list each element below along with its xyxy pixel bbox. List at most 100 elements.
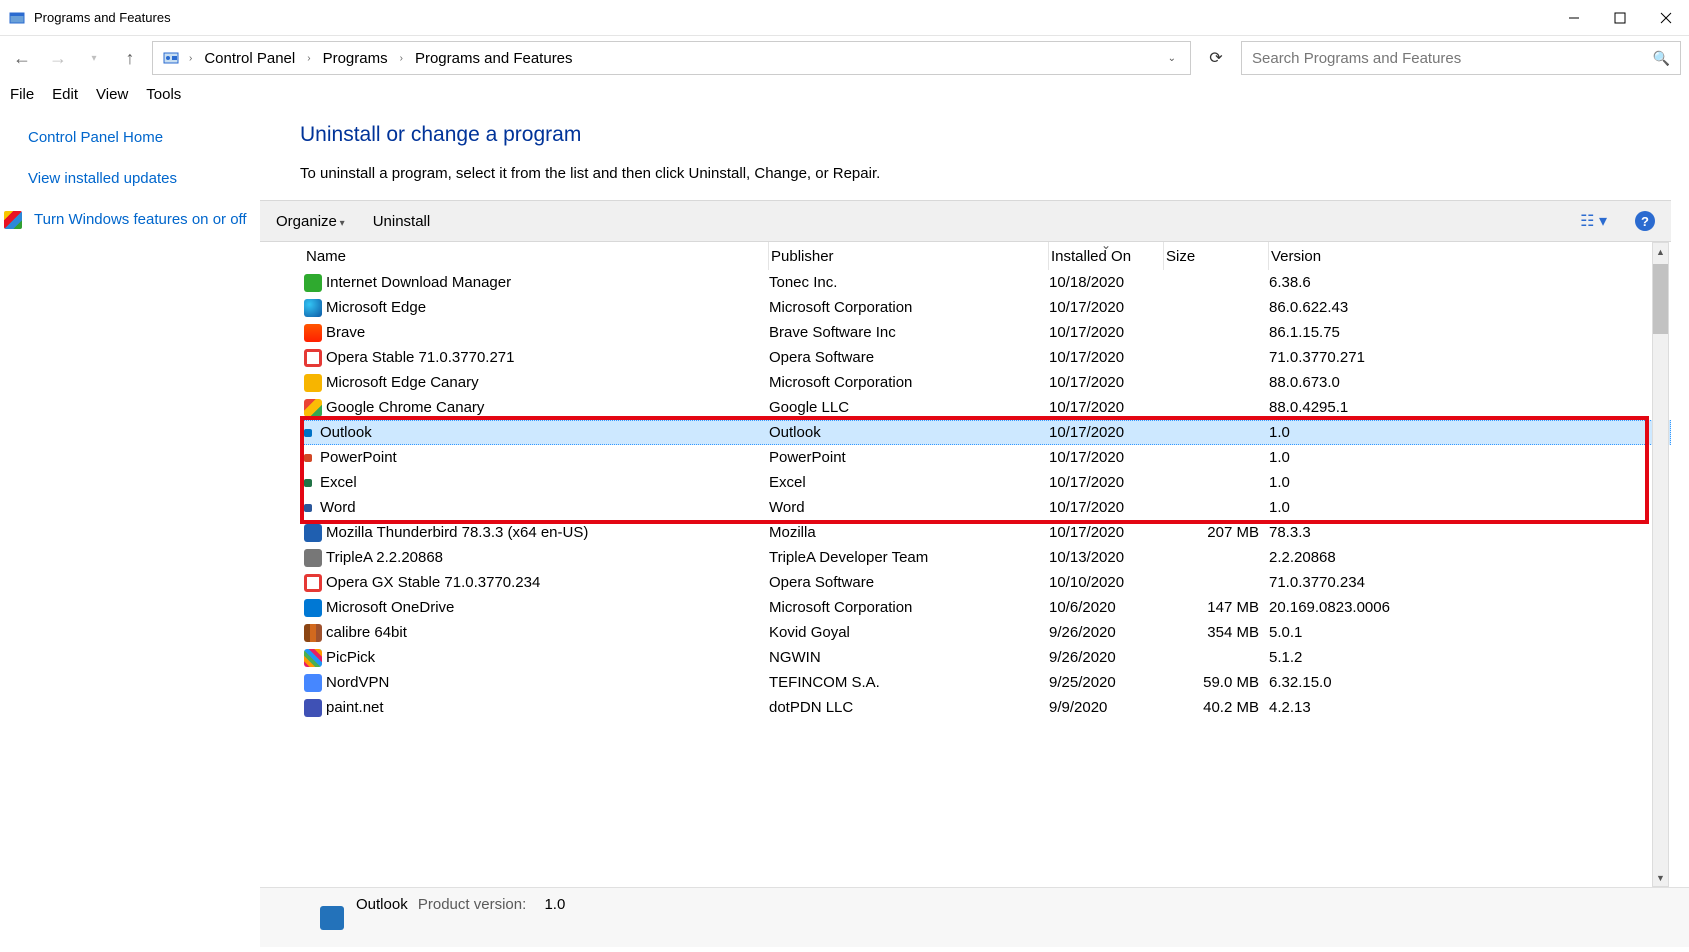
breadcrumb-seg-1[interactable]: Control Panel [200,48,299,69]
program-installed: 10/17/2020 [1049,474,1164,491]
program-publisher: Brave Software Inc [769,324,1049,341]
program-version: 1.0 [1269,424,1459,441]
table-row[interactable]: NordVPNTEFINCOM S.A.9/25/202059.0 MB6.32… [300,670,1671,695]
program-installed: 9/25/2020 [1049,674,1164,691]
program-publisher: Microsoft Corporation [769,299,1049,316]
table-row[interactable]: Internet Download ManagerTonec Inc.10/18… [300,270,1671,295]
table-row[interactable]: Microsoft EdgeMicrosoft Corporation10/17… [300,295,1671,320]
search-placeholder: Search Programs and Features [1252,50,1461,67]
program-publisher: Google LLC [769,399,1049,416]
program-icon [304,479,312,487]
table-row[interactable]: Opera Stable 71.0.3770.271Opera Software… [300,345,1671,370]
program-icon [304,674,322,692]
table-row[interactable]: Microsoft OneDriveMicrosoft Corporation1… [300,595,1671,620]
forward-button[interactable]: → [44,44,72,72]
table-row[interactable]: Microsoft Edge CanaryMicrosoft Corporati… [300,370,1671,395]
program-name: Mozilla Thunderbird 78.3.3 (x64 en-US) [326,524,588,541]
menu-file[interactable]: File [10,86,34,103]
program-publisher: Microsoft Corporation [769,374,1049,391]
organize-button[interactable]: Organize [276,213,345,230]
program-installed: 10/17/2020 [1049,399,1164,416]
program-icon [304,349,322,367]
breadcrumb-seg-2[interactable]: Programs [319,48,392,69]
program-publisher: Opera Software [769,574,1049,591]
col-name[interactable]: Name [304,242,769,270]
page-instruction: To uninstall a program, select it from t… [300,165,1689,182]
program-name: Google Chrome Canary [326,399,484,416]
program-installed: 10/10/2020 [1049,574,1164,591]
table-row[interactable]: ExcelExcel10/17/20201.0 [300,470,1671,495]
program-icon [304,624,322,642]
table-row[interactable]: WordWord10/17/20201.0 [300,495,1671,520]
table-row[interactable]: calibre 64bitKovid Goyal9/26/2020354 MB5… [300,620,1671,645]
col-version[interactable]: Version [1269,242,1459,270]
program-icon [304,599,322,617]
scroll-down-icon[interactable]: ▼ [1653,869,1668,886]
program-name: NordVPN [326,674,389,691]
search-input[interactable]: Search Programs and Features 🔍 [1241,41,1681,75]
program-name: paint.net [326,699,384,716]
program-version: 1.0 [1269,499,1459,516]
program-icon [304,429,312,437]
program-icon [304,699,322,717]
program-installed: 10/17/2020 [1049,524,1164,541]
program-installed: 10/6/2020 [1049,599,1164,616]
program-publisher: Mozilla [769,524,1049,541]
maximize-button[interactable] [1597,0,1643,36]
status-app-icon [320,906,344,930]
table-row[interactable]: PowerPointPowerPoint10/17/20201.0 [300,445,1671,470]
col-size[interactable]: Size [1164,242,1269,270]
sidebar-installed-updates[interactable]: View installed updates [28,170,248,187]
program-version: 88.0.4295.1 [1269,399,1459,416]
uninstall-button[interactable]: Uninstall [373,213,431,230]
status-app-name: Outlook [356,896,408,913]
program-size: 147 MB [1164,599,1269,616]
table-row[interactable]: TripleA 2.2.20868TripleA Developer Team1… [300,545,1671,570]
chevron-right-icon: › [185,53,196,64]
status-bar: Outlook Product version: 1.0 [260,887,1689,947]
close-button[interactable] [1643,0,1689,36]
col-publisher[interactable]: Publisher [769,242,1049,270]
program-name: Microsoft OneDrive [326,599,454,616]
table-row[interactable]: PicPickNGWIN9/26/20205.1.2 [300,645,1671,670]
menu-view[interactable]: View [96,86,128,103]
program-installed: 9/26/2020 [1049,624,1164,641]
back-button[interactable]: ← [8,44,36,72]
title-bar: Programs and Features [0,0,1689,36]
col-installed[interactable]: Installed On [1049,242,1164,270]
help-icon[interactable]: ? [1635,211,1655,231]
table-row[interactable]: BraveBrave Software Inc10/17/202086.1.15… [300,320,1671,345]
address-dropdown-icon[interactable]: ⌄ [1162,53,1182,64]
scroll-up-icon[interactable]: ▲ [1653,243,1668,260]
program-publisher: Tonec Inc. [769,274,1049,291]
program-publisher: Kovid Goyal [769,624,1049,641]
scroll-thumb[interactable] [1653,264,1668,334]
program-version: 78.3.3 [1269,524,1459,541]
table-row[interactable]: Mozilla Thunderbird 78.3.3 (x64 en-US) Mo… [300,520,1671,545]
view-options-button[interactable]: ☷ ▾ [1580,211,1607,231]
recent-button[interactable]: ▾ [80,44,108,72]
breadcrumb-seg-3[interactable]: Programs and Features [411,48,577,69]
program-version: 88.0.673.0 [1269,374,1459,391]
program-name: Opera Stable 71.0.3770.271 [326,349,514,366]
program-publisher: TripleA Developer Team [769,549,1049,566]
table-row[interactable]: paint.netdotPDN LLC9/9/202040.2 MB4.2.13 [300,695,1671,720]
table-row[interactable]: Google Chrome Canary Google LLC10/17/2020… [300,395,1671,420]
table-row[interactable]: OutlookOutlook10/17/20201.0 [300,420,1671,445]
program-version: 6.32.15.0 [1269,674,1459,691]
breadcrumb[interactable]: › Control Panel › Programs › Programs an… [152,41,1191,75]
sidebar-home[interactable]: Control Panel Home [28,129,248,146]
program-size: 40.2 MB [1164,699,1269,716]
menu-bar: File Edit View Tools [0,80,1689,109]
minimize-button[interactable] [1551,0,1597,36]
program-installed: 10/17/2020 [1049,424,1164,441]
status-version-value: 1.0 [544,896,565,913]
refresh-button[interactable]: ⟳ [1199,41,1233,75]
table-row[interactable]: Opera GX Stable 71.0.3770.234Opera Softw… [300,570,1671,595]
menu-edit[interactable]: Edit [52,86,78,103]
up-button[interactable]: ↑ [116,44,144,72]
menu-tools[interactable]: Tools [146,86,181,103]
sidebar-windows-features[interactable]: Turn Windows features on or off [28,211,248,229]
toolbar: Organize Uninstall ☷ ▾ ? [260,200,1671,242]
vertical-scrollbar[interactable]: ▲ ▼ [1652,242,1669,887]
